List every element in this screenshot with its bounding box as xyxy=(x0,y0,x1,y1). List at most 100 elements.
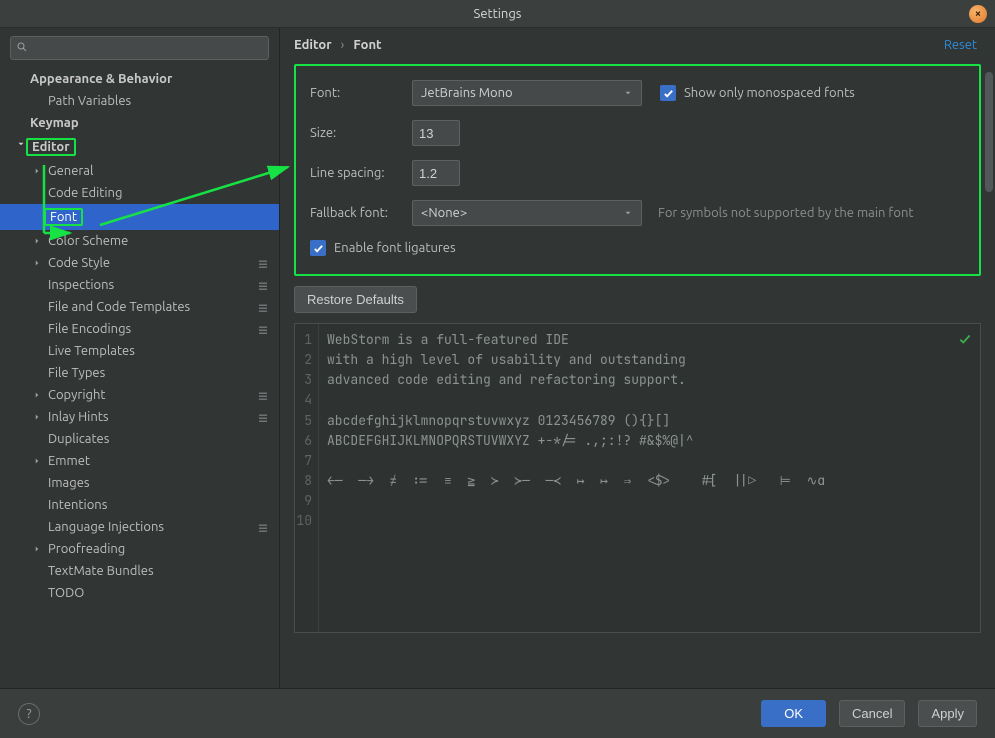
item-file-encodings[interactable]: File Encodings xyxy=(0,318,279,340)
titlebar: Settings × xyxy=(0,0,995,28)
restore-defaults-button[interactable]: Restore Defaults xyxy=(294,286,417,313)
row-size: Size: xyxy=(310,120,965,146)
label-proofreading: Proofreading xyxy=(48,542,125,556)
item-textmate[interactable]: TextMate Bundles xyxy=(0,560,279,582)
label-code-style: Code Style xyxy=(48,256,110,270)
item-live-templates[interactable]: Live Templates xyxy=(0,340,279,362)
scrollbar-thumb[interactable] xyxy=(985,72,993,192)
search-icon xyxy=(16,41,28,53)
item-file-types[interactable]: File Types xyxy=(0,362,279,384)
linespacing-input[interactable] xyxy=(412,160,460,186)
cat-appearance[interactable]: Appearance & Behavior xyxy=(0,68,279,90)
font-combo-value: JetBrains Mono xyxy=(421,86,513,100)
mono-only-checkbox[interactable] xyxy=(660,85,676,101)
linespacing-label: Line spacing: xyxy=(310,166,412,180)
row-ligatures: Enable font ligatures xyxy=(310,240,965,256)
font-combo[interactable]: JetBrains Mono xyxy=(412,80,642,106)
cat-editor[interactable]: Editor xyxy=(0,134,279,160)
row-fallback: Fallback font: <None> For symbols not su… xyxy=(310,200,965,226)
label-live-templates: Live Templates xyxy=(48,344,135,358)
label-images: Images xyxy=(48,476,90,490)
breadcrumb-root: Editor xyxy=(294,38,332,52)
label-emmet: Emmet xyxy=(48,454,90,468)
item-font[interactable]: Font xyxy=(0,204,279,230)
item-language-injections[interactable]: Language Injections xyxy=(0,516,279,538)
item-todo[interactable]: TODO xyxy=(0,582,279,604)
item-path-variables[interactable]: Path Variables xyxy=(0,90,279,112)
main-panel: Editor › Font Reset Font: JetBrains Mono… xyxy=(280,28,995,688)
help-button[interactable]: ? xyxy=(18,703,40,725)
label-inlay-hints: Inlay Hints xyxy=(48,410,109,424)
ligatures-label[interactable]: Enable font ligatures xyxy=(334,241,456,255)
window-title: Settings xyxy=(474,7,522,21)
item-intentions[interactable]: Intentions xyxy=(0,494,279,516)
mono-only-label[interactable]: Show only monospaced fonts xyxy=(684,86,855,100)
fallback-combo-value: <None> xyxy=(421,206,467,220)
label-copyright: Copyright xyxy=(48,388,106,402)
label-todo: TODO xyxy=(48,586,84,600)
preview-code: WebStorm is a full-featured IDE with a h… xyxy=(319,324,833,632)
item-images[interactable]: Images xyxy=(0,472,279,494)
ligatures-checkbox[interactable] xyxy=(310,240,326,256)
chevron-right-icon xyxy=(32,412,42,422)
label-duplicates: Duplicates xyxy=(48,432,109,446)
project-scope-icon xyxy=(257,280,269,292)
label-language-injections: Language Injections xyxy=(48,520,164,534)
item-inspections[interactable]: Inspections xyxy=(0,274,279,296)
footer: ? OK Cancel Apply xyxy=(0,688,995,738)
size-input[interactable] xyxy=(412,120,460,146)
chevron-right-icon xyxy=(32,456,42,466)
close-icon: × xyxy=(975,8,981,20)
label-file-encodings: File Encodings xyxy=(48,322,131,336)
label-general: General xyxy=(48,164,93,178)
item-color-scheme[interactable]: Color Scheme xyxy=(0,230,279,252)
cancel-button[interactable]: Cancel xyxy=(839,700,905,727)
settings-tree[interactable]: Appearance & Behavior Path Variables Key… xyxy=(0,66,279,688)
label-code-editing: Code Editing xyxy=(48,186,122,200)
chevron-right-icon xyxy=(32,166,42,176)
item-general[interactable]: General xyxy=(0,160,279,182)
cat-keymap[interactable]: Keymap xyxy=(0,112,279,134)
chevron-right-icon xyxy=(32,236,42,246)
project-scope-icon xyxy=(257,302,269,314)
search-wrap xyxy=(0,28,279,66)
preview-gutter: 12345678910 xyxy=(295,324,319,632)
item-code-editing[interactable]: Code Editing xyxy=(0,182,279,204)
item-duplicates[interactable]: Duplicates xyxy=(0,428,279,450)
reset-link[interactable]: Reset xyxy=(944,38,977,52)
editor-label: Editor xyxy=(26,138,76,156)
breadcrumb-leaf: Font xyxy=(353,38,381,52)
close-button[interactable]: × xyxy=(969,5,987,23)
item-copyright[interactable]: Copyright xyxy=(0,384,279,406)
item-proofreading[interactable]: Proofreading xyxy=(0,538,279,560)
chevron-right-icon xyxy=(32,544,42,554)
search-input[interactable] xyxy=(10,36,269,60)
fallback-combo[interactable]: <None> xyxy=(412,200,642,226)
font-preview[interactable]: 12345678910 WebStorm is a full-featured … xyxy=(294,323,981,633)
item-inlay-hints[interactable]: Inlay Hints xyxy=(0,406,279,428)
item-emmet[interactable]: Emmet xyxy=(0,450,279,472)
item-file-code-templates[interactable]: File and Code Templates xyxy=(0,296,279,318)
restore-row: Restore Defaults xyxy=(294,286,981,313)
label-color-scheme: Color Scheme xyxy=(48,234,128,248)
chevron-right-icon xyxy=(32,258,42,268)
project-scope-icon xyxy=(257,522,269,534)
font-settings-panel: Font: JetBrains Mono Show only monospace… xyxy=(294,64,981,276)
footer-buttons: OK Cancel Apply xyxy=(751,700,977,727)
check-icon xyxy=(313,243,324,254)
item-code-style[interactable]: Code Style xyxy=(0,252,279,274)
chevron-down-icon xyxy=(16,139,26,149)
chevron-right-icon xyxy=(32,390,42,400)
chevron-down-icon xyxy=(623,208,633,218)
ok-button[interactable]: OK xyxy=(761,700,826,727)
row-linespacing: Line spacing: xyxy=(310,160,965,186)
label-file-code-templates: File and Code Templates xyxy=(48,300,190,314)
project-scope-icon xyxy=(257,258,269,270)
apply-button[interactable]: Apply xyxy=(918,700,977,727)
project-scope-icon xyxy=(257,412,269,424)
breadcrumb-bar: Editor › Font Reset xyxy=(280,28,995,60)
label-textmate: TextMate Bundles xyxy=(48,564,154,578)
font-label: Font: xyxy=(310,86,412,100)
size-label: Size: xyxy=(310,126,412,140)
chevron-down-icon xyxy=(623,88,633,98)
